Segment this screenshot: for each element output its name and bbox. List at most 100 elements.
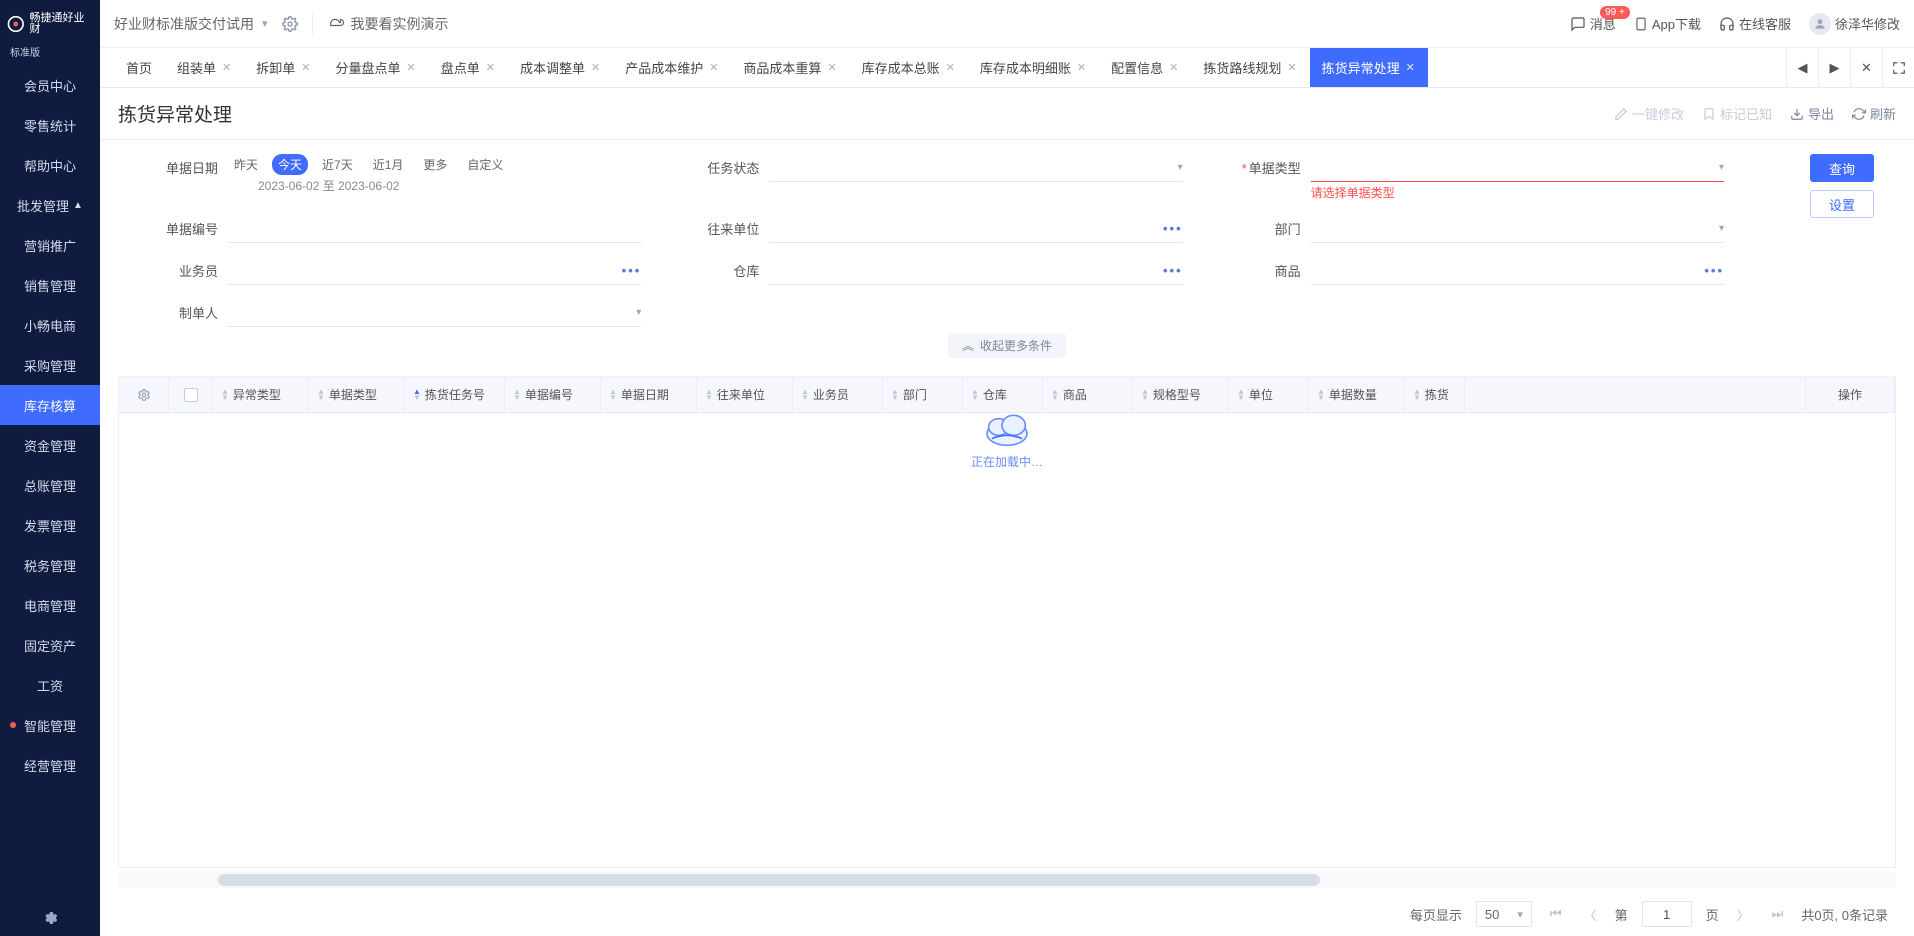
table-header-cell[interactable]: ▲▼拣货任务号 — [405, 377, 505, 412]
user-menu[interactable]: 徐泽华修改 — [1809, 13, 1900, 35]
export-button[interactable]: 导出 — [1790, 104, 1834, 123]
date-quick-option[interactable]: 今天 — [272, 154, 308, 175]
page-first-button[interactable]: ⏮ — [1546, 906, 1566, 922]
close-icon[interactable]: ✕ — [709, 61, 718, 74]
table-header-cell[interactable]: ▲▼商品 — [1043, 377, 1133, 412]
tab[interactable]: 盘点单✕ — [429, 48, 508, 87]
chevron-down-icon: ▾ — [1719, 162, 1724, 173]
close-icon[interactable]: ✕ — [591, 61, 600, 74]
sidebar-item[interactable]: 销售管理 — [0, 265, 100, 305]
refresh-icon — [1852, 107, 1866, 121]
table-header-cell[interactable]: ▲▼单据类型 — [309, 377, 405, 412]
settings-gear-icon[interactable] — [42, 910, 58, 926]
table-header-cell[interactable]: ▲▼单据编号 — [505, 377, 601, 412]
page-input[interactable] — [1642, 901, 1692, 927]
select-all-checkbox[interactable] — [169, 377, 213, 412]
tab[interactable]: 拆卸单✕ — [244, 48, 323, 87]
bill-no-input[interactable] — [228, 215, 641, 243]
sales-picker[interactable]: ••• — [228, 257, 641, 285]
tab[interactable]: 分量盘点单✕ — [323, 48, 428, 87]
tab[interactable]: 拣货路线规划✕ — [1191, 48, 1309, 87]
tab[interactable]: 拣货异常处理✕ — [1310, 48, 1428, 87]
table-header-cell[interactable]: ▲▼部门 — [883, 377, 963, 412]
date-quick-option[interactable]: 更多 — [417, 154, 453, 175]
close-icon[interactable]: ✕ — [407, 61, 416, 74]
tab[interactable]: 配置信息✕ — [1099, 48, 1191, 87]
table-header-cell[interactable]: ▲▼拣货 — [1405, 377, 1465, 412]
sidebar-item[interactable]: 采购管理 — [0, 345, 100, 385]
settings-button[interactable]: 设置 — [1810, 190, 1874, 218]
sidebar-item[interactable]: 资金管理 — [0, 425, 100, 465]
sidebar-item[interactable]: 库存核算 — [0, 385, 100, 425]
close-icon[interactable]: ✕ — [1077, 61, 1086, 74]
sidebar-item[interactable]: 发票管理 — [0, 505, 100, 545]
table-settings-button[interactable] — [119, 377, 169, 412]
page-prev-button[interactable]: 〈 — [1580, 905, 1601, 924]
goods-picker[interactable]: ••• — [1311, 257, 1724, 285]
sidebar-item[interactable]: 固定资产 — [0, 625, 100, 665]
tab[interactable]: 产品成本维护✕ — [613, 48, 731, 87]
date-quick-option[interactable]: 近7天 — [316, 154, 359, 175]
warehouse-picker[interactable]: ••• — [769, 257, 1182, 285]
sidebar-item[interactable]: 会员中心 — [0, 65, 100, 105]
customer-service-link[interactable]: 在线客服 — [1719, 14, 1791, 33]
sidebar-item[interactable]: 零售统计 — [0, 105, 100, 145]
close-icon[interactable]: ✕ — [1287, 61, 1296, 74]
table-header-cell[interactable]: ▲▼单据数量 — [1309, 377, 1405, 412]
date-quick-option[interactable]: 近1月 — [367, 154, 410, 175]
table-header-cell[interactable]: ▲▼往来单位 — [697, 377, 793, 412]
sidebar-item[interactable]: 税务管理 — [0, 545, 100, 585]
party-picker[interactable]: ••• — [769, 215, 1182, 243]
refresh-button[interactable]: 刷新 — [1852, 104, 1896, 123]
close-icon[interactable]: ✕ — [827, 61, 836, 74]
sort-icon: ▲▼ — [1141, 389, 1149, 401]
query-button[interactable]: 查询 — [1810, 154, 1874, 182]
close-icon[interactable]: ✕ — [486, 61, 495, 74]
sidebar-item[interactable]: 电商管理 — [0, 585, 100, 625]
table-header-cell[interactable]: ▲▼规格型号 — [1133, 377, 1229, 412]
collapse-filters-button[interactable]: ︽ 收起更多条件 — [948, 333, 1066, 358]
maker-select[interactable]: ▾ — [228, 299, 641, 327]
dept-select[interactable]: ▾ — [1311, 215, 1724, 243]
page-last-button[interactable]: ⏭ — [1768, 906, 1788, 922]
tab[interactable]: 首页 — [114, 48, 165, 87]
bill-type-select[interactable]: ▾ — [1311, 154, 1724, 182]
sidebar-item[interactable]: 经营管理 — [0, 745, 100, 785]
date-quick-option[interactable]: 昨天 — [228, 154, 264, 175]
close-icon[interactable]: ✕ — [946, 61, 955, 74]
demo-link[interactable]: 我要看实例演示 — [327, 14, 449, 34]
product-selector[interactable]: 好业财标准版交付试用 ▾ — [114, 14, 268, 34]
tabs-next-button[interactable]: ▶ — [1818, 48, 1850, 87]
close-icon[interactable]: ✕ — [1406, 61, 1415, 74]
table-header-cell[interactable]: ▲▼单位 — [1229, 377, 1309, 412]
tab[interactable]: 商品成本重算✕ — [731, 48, 849, 87]
page-size-select[interactable]: 50▾ — [1476, 901, 1532, 927]
messages-link[interactable]: 消息 99 + — [1570, 14, 1616, 33]
table-header-cell[interactable]: ▲▼单据日期 — [601, 377, 697, 412]
sidebar-item[interactable]: 智能管理 — [0, 705, 100, 745]
tabs-prev-button[interactable]: ◀ — [1786, 48, 1818, 87]
sidebar-item[interactable]: 工资 — [0, 665, 100, 705]
tab[interactable]: 库存成本明细账✕ — [968, 48, 1099, 87]
app-download-link[interactable]: App下载 — [1634, 14, 1701, 33]
tabs-fullscreen-button[interactable] — [1882, 48, 1914, 87]
sidebar-item[interactable]: 小畅电商 — [0, 305, 100, 345]
close-icon[interactable]: ✕ — [301, 61, 310, 74]
horizontal-scrollbar[interactable] — [118, 872, 1896, 888]
task-status-select[interactable]: ▾ — [769, 154, 1182, 182]
sidebar-item[interactable]: 营销推广 — [0, 225, 100, 265]
settings-icon[interactable] — [282, 16, 298, 32]
tab[interactable]: 组装单✕ — [165, 48, 244, 87]
sidebar-item[interactable]: 批发管理▲ — [0, 185, 100, 225]
sidebar-item[interactable]: 帮助中心 — [0, 145, 100, 185]
close-icon[interactable]: ✕ — [1169, 61, 1178, 74]
tab[interactable]: 成本调整单✕ — [508, 48, 613, 87]
close-icon[interactable]: ✕ — [222, 61, 231, 74]
table-header-cell[interactable]: ▲▼业务员 — [793, 377, 883, 412]
tabs-close-button[interactable]: ✕ — [1850, 48, 1882, 87]
page-next-button[interactable]: 〉 — [1733, 905, 1754, 924]
tab[interactable]: 库存成本总账✕ — [850, 48, 968, 87]
sidebar-item[interactable]: 总账管理 — [0, 465, 100, 505]
table-header-cell[interactable]: ▲▼异常类型 — [213, 377, 309, 412]
date-quick-option[interactable]: 自定义 — [461, 154, 509, 175]
